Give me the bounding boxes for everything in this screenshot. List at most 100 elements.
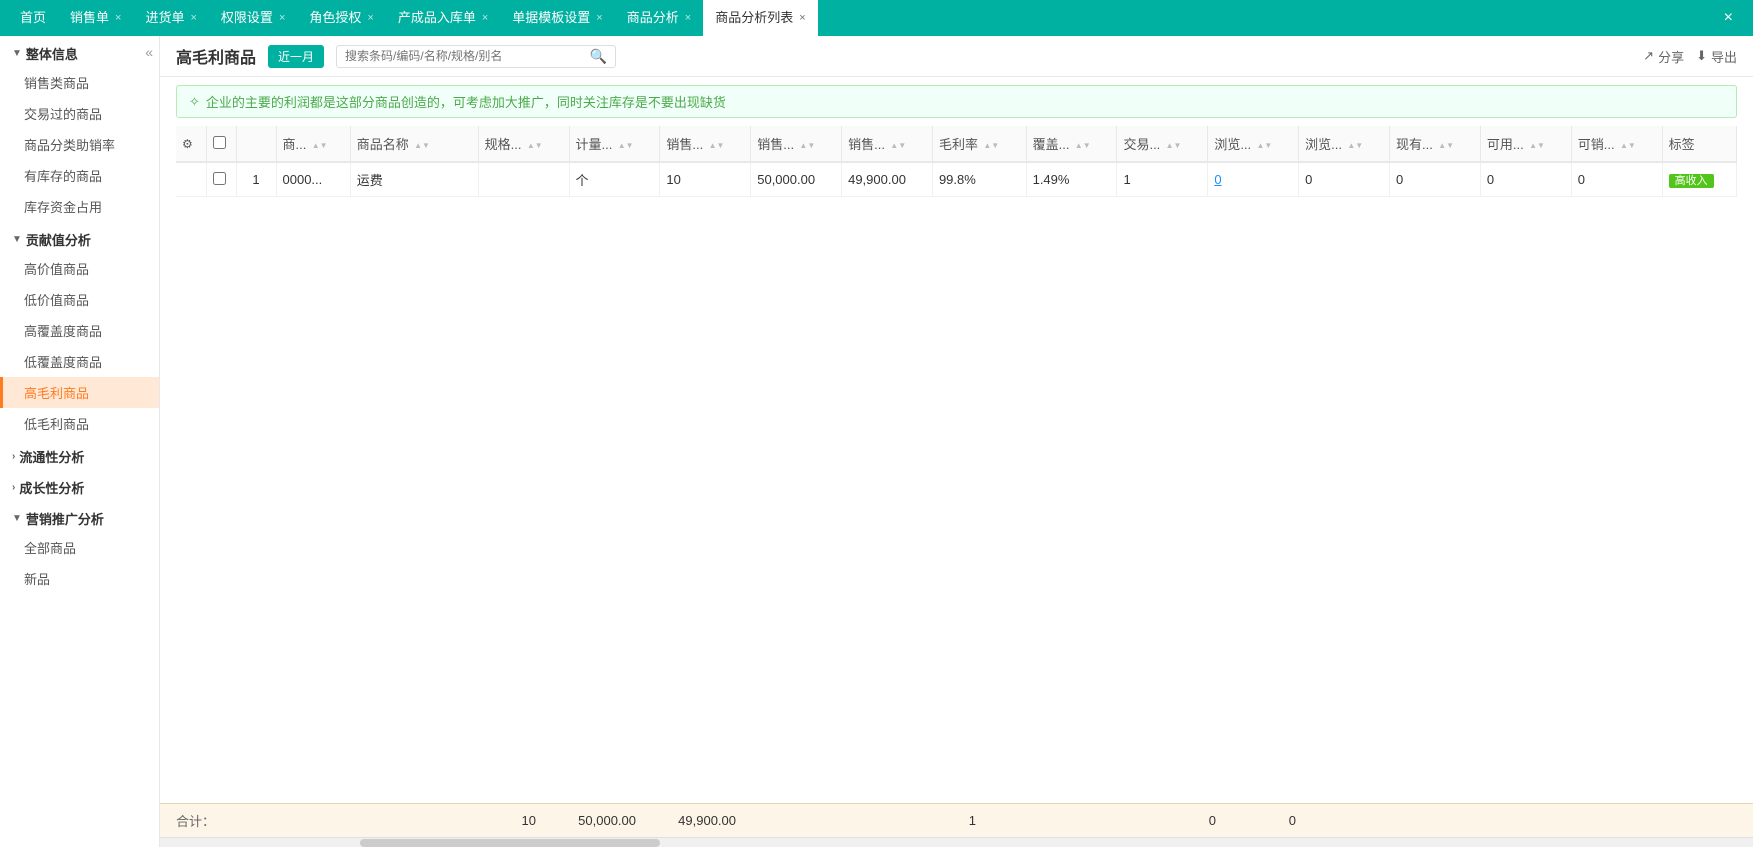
th-browse1[interactable]: 浏览... ▲▼ bbox=[1208, 126, 1299, 162]
close-purchase-order-icon[interactable]: × bbox=[190, 0, 196, 36]
tag-badge: 高收入 bbox=[1669, 174, 1714, 188]
th-tag[interactable]: 标签 bbox=[1662, 126, 1736, 162]
th-name[interactable]: 商品名称 ▲▼ bbox=[350, 126, 478, 162]
th-index bbox=[236, 126, 276, 162]
footer-spacer3 bbox=[816, 813, 896, 828]
period-button[interactable]: 近一月 bbox=[268, 45, 324, 68]
th-code[interactable]: 商... ▲▼ bbox=[276, 126, 350, 162]
td-sales-amount: 50,000.00 bbox=[751, 162, 842, 197]
nav-home[interactable]: 首页 bbox=[8, 0, 58, 36]
sidebar-item-sales-goods[interactable]: 销售类商品 bbox=[0, 67, 159, 98]
sidebar-group-liquidity[interactable]: › 流通性分析 bbox=[0, 439, 159, 470]
close-template-icon[interactable]: × bbox=[596, 0, 602, 36]
sidebar-item-traded-goods[interactable]: 交易过的商品 bbox=[0, 98, 159, 129]
footer-spacer2 bbox=[736, 813, 816, 828]
sidebar-group-contribution[interactable]: ▼ 贡献值分析 bbox=[0, 222, 159, 253]
td-sales-cost: 49,900.00 bbox=[842, 162, 933, 197]
group-growth-arrow: › bbox=[12, 482, 15, 493]
sidebar-item-category-assist[interactable]: 商品分类助销率 bbox=[0, 129, 159, 160]
footer-available-stock: 0 bbox=[1216, 813, 1296, 828]
nav-template-settings[interactable]: 单据模板设置 × bbox=[500, 0, 614, 36]
th-sales-qty[interactable]: 销售... ▲▼ bbox=[660, 126, 751, 162]
horizontal-scrollbar[interactable] bbox=[160, 837, 1753, 847]
sort-coverage-icon: ▲▼ bbox=[1075, 142, 1091, 150]
th-coverage[interactable]: 覆盖... ▲▼ bbox=[1026, 126, 1117, 162]
sidebar-item-high-margin[interactable]: 高毛利商品 bbox=[0, 377, 159, 408]
td-gross-margin: 99.8% bbox=[932, 162, 1026, 197]
td-coverage: 1.49% bbox=[1026, 162, 1117, 197]
footer-current-stock: 0 bbox=[1136, 813, 1216, 828]
nav-sales-order[interactable]: 销售单 × bbox=[58, 0, 133, 36]
window-close-button[interactable]: × bbox=[1712, 9, 1745, 27]
row-checkbox[interactable] bbox=[213, 172, 226, 185]
sort-spec-icon: ▲▼ bbox=[527, 142, 543, 150]
td-name: 运费 bbox=[350, 162, 478, 197]
sidebar-group-overall[interactable]: ▼ 整体信息 bbox=[0, 36, 159, 67]
main-layout: « ▼ 整体信息 销售类商品 交易过的商品 商品分类助销率 有库存的商品 库存资… bbox=[0, 36, 1753, 847]
close-sales-order-icon[interactable]: × bbox=[115, 0, 121, 36]
sidebar-group-marketing[interactable]: ▼ 营销推广分析 bbox=[0, 501, 159, 532]
th-current-stock[interactable]: 现有... ▲▼ bbox=[1390, 126, 1481, 162]
td-sellable-stock: 0 bbox=[1571, 162, 1662, 197]
sidebar-item-all-goods[interactable]: 全部商品 bbox=[0, 532, 159, 563]
td-browse1[interactable]: 0 bbox=[1208, 162, 1299, 197]
nav-product-analysis[interactable]: 商品分析 × bbox=[615, 0, 703, 36]
th-gross-margin[interactable]: 毛利率 ▲▼ bbox=[932, 126, 1026, 162]
sidebar-item-new-goods[interactable]: 新品 bbox=[0, 563, 159, 594]
browse1-link[interactable]: 0 bbox=[1214, 172, 1221, 187]
th-browse2[interactable]: 浏览... ▲▼ bbox=[1299, 126, 1390, 162]
sidebar-item-high-coverage[interactable]: 高覆盖度商品 bbox=[0, 315, 159, 346]
search-box: 🔍 bbox=[336, 45, 616, 68]
export-button[interactable]: ⬇ 导出 bbox=[1696, 47, 1737, 66]
close-role-auth-icon[interactable]: × bbox=[367, 0, 373, 36]
nav-product-inbound[interactable]: 产成品入库单 × bbox=[386, 0, 500, 36]
close-product-inbound-icon[interactable]: × bbox=[482, 0, 488, 36]
th-spec[interactable]: 规格... ▲▼ bbox=[478, 126, 569, 162]
footer-spacer5 bbox=[1056, 813, 1136, 828]
th-available-stock[interactable]: 可用... ▲▼ bbox=[1480, 126, 1571, 162]
th-unit[interactable]: 计量... ▲▼ bbox=[569, 126, 660, 162]
search-input[interactable] bbox=[345, 49, 586, 63]
scrollbar-thumb[interactable] bbox=[360, 839, 660, 847]
footer-sales-amount: 50,000.00 bbox=[536, 813, 636, 828]
sidebar-collapse-button[interactable]: « bbox=[145, 44, 153, 60]
sidebar-item-low-value[interactable]: 低价值商品 bbox=[0, 284, 159, 315]
td-available-stock: 0 bbox=[1480, 162, 1571, 197]
td-sales-qty: 10 bbox=[660, 162, 751, 197]
sort-unit-icon: ▲▼ bbox=[618, 142, 634, 150]
footer-spacer bbox=[256, 813, 456, 828]
sidebar-item-stocked-goods[interactable]: 有库存的商品 bbox=[0, 160, 159, 191]
sidebar-group-growth[interactable]: › 成长性分析 bbox=[0, 470, 159, 501]
close-permission-icon[interactable]: × bbox=[279, 0, 285, 36]
th-sales-amount[interactable]: 销售... ▲▼ bbox=[751, 126, 842, 162]
footer-label: 合计： bbox=[176, 811, 256, 830]
share-button[interactable]: ↗ 分享 bbox=[1643, 47, 1684, 66]
sort-available-stock-icon: ▲▼ bbox=[1529, 142, 1545, 150]
th-transaction[interactable]: 交易... ▲▼ bbox=[1117, 126, 1208, 162]
group-contribution-arrow: ▼ bbox=[12, 234, 22, 245]
close-product-analysis-icon[interactable]: × bbox=[685, 0, 691, 36]
sidebar-item-stock-funds[interactable]: 库存资金占用 bbox=[0, 191, 159, 222]
sidebar-item-high-value[interactable]: 高价值商品 bbox=[0, 253, 159, 284]
sort-sellable-stock-icon: ▲▼ bbox=[1620, 142, 1636, 150]
sidebar-item-low-margin[interactable]: 低毛利商品 bbox=[0, 408, 159, 439]
td-index: 1 bbox=[236, 162, 276, 197]
sort-transaction-icon: ▲▼ bbox=[1166, 142, 1182, 150]
search-icon[interactable]: 🔍 bbox=[590, 48, 607, 65]
td-tag: 高收入 bbox=[1662, 162, 1736, 197]
footer-transaction: 1 bbox=[896, 813, 976, 828]
table-row: 1 0000... 运费 个 10 50,000.00 49,900.00 99… bbox=[176, 162, 1737, 197]
nav-product-analysis-list[interactable]: 商品分析列表 × bbox=[703, 0, 817, 36]
nav-permission-settings[interactable]: 权限设置 × bbox=[209, 0, 297, 36]
nav-purchase-order[interactable]: 进货单 × bbox=[133, 0, 208, 36]
td-transaction: 1 bbox=[1117, 162, 1208, 197]
select-all-checkbox[interactable] bbox=[213, 136, 226, 149]
close-product-analysis-list-icon[interactable]: × bbox=[799, 0, 805, 36]
footer-sales-cost: 49,900.00 bbox=[636, 813, 736, 828]
td-browse2: 0 bbox=[1299, 162, 1390, 197]
nav-role-auth[interactable]: 角色授权 × bbox=[297, 0, 385, 36]
sidebar-item-low-coverage[interactable]: 低覆盖度商品 bbox=[0, 346, 159, 377]
th-sellable-stock[interactable]: 可销... ▲▼ bbox=[1571, 126, 1662, 162]
th-sales-cost[interactable]: 销售... ▲▼ bbox=[842, 126, 933, 162]
th-settings[interactable]: ⚙ bbox=[176, 126, 206, 162]
